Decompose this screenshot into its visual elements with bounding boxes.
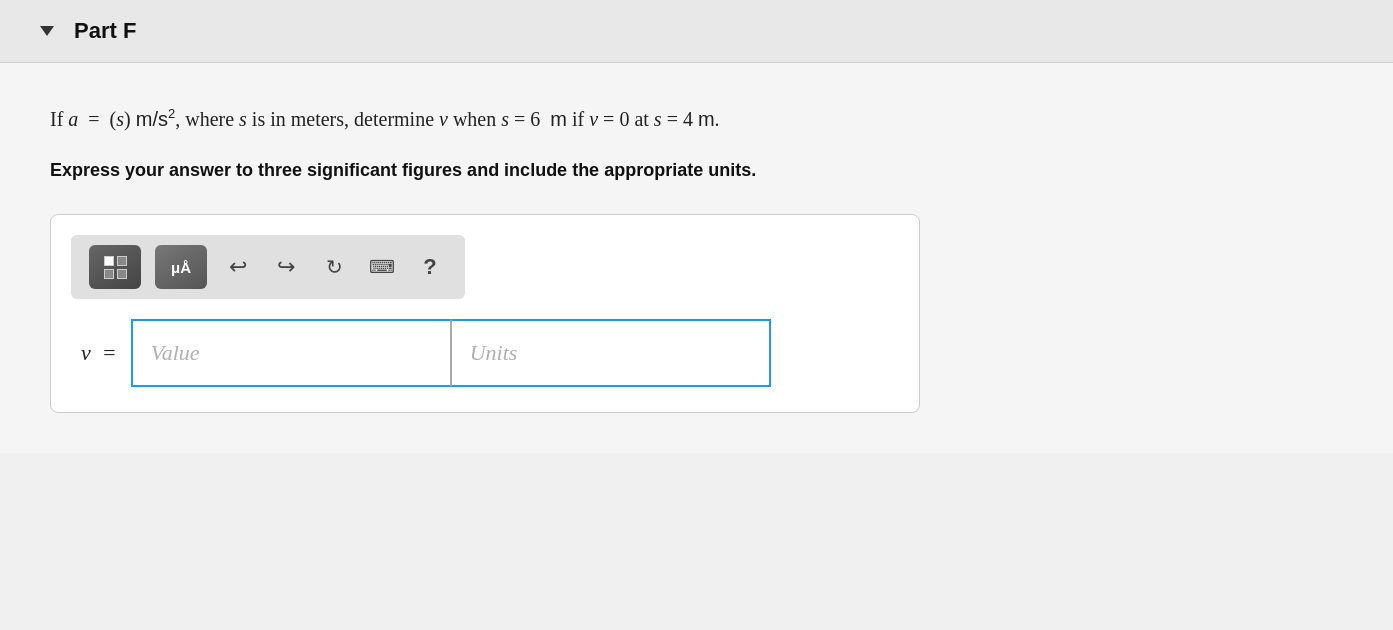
var-v1: v — [439, 108, 448, 130]
input-row: v = — [81, 319, 899, 387]
instructions: Express your answer to three significant… — [50, 157, 1343, 184]
var-s1: s — [116, 108, 124, 130]
units-icon-label: μÅ — [171, 259, 191, 276]
answer-toolbar: μÅ ↩ ↪ ↻ ⌨ — [71, 235, 465, 299]
matrix-cell-3 — [104, 269, 114, 279]
matrix-button[interactable] — [89, 245, 141, 289]
content-area: If a = (s) m/s2, where s is in meters, d… — [0, 63, 1393, 453]
chevron-down-icon[interactable] — [40, 26, 54, 36]
unit-ms2: m/s2 — [136, 108, 175, 130]
units-button[interactable]: μÅ — [155, 245, 207, 289]
v-equals-label: v = — [81, 340, 117, 366]
matrix-cell-2 — [117, 256, 127, 266]
page-container: Part F If a = (s) m/s2, where s is in me… — [0, 0, 1393, 630]
value-input[interactable] — [131, 319, 451, 387]
v-variable: v — [81, 340, 91, 365]
matrix-cell-4 — [117, 269, 127, 279]
units-input[interactable] — [451, 319, 771, 387]
keyboard-button[interactable]: ⌨ — [365, 250, 399, 284]
undo-button[interactable]: ↩ — [221, 250, 255, 284]
refresh-button[interactable]: ↻ — [317, 250, 351, 284]
matrix-cell-1 — [104, 256, 114, 266]
var-a: a — [68, 108, 78, 130]
matrix-icon — [104, 256, 127, 279]
redo-button[interactable]: ↪ — [269, 250, 303, 284]
var-s2: s — [239, 108, 247, 130]
part-header: Part F — [0, 0, 1393, 63]
answer-box: μÅ ↩ ↪ ↻ ⌨ — [50, 214, 920, 413]
part-title: Part F — [74, 18, 136, 44]
var-v2: v — [589, 108, 598, 130]
help-button[interactable]: ? — [413, 250, 447, 284]
unit-m1: m — [550, 108, 567, 130]
var-s4: s — [654, 108, 662, 130]
unit-m2: m — [698, 108, 715, 130]
var-s3: s — [501, 108, 509, 130]
problem-statement: If a = (s) m/s2, where s is in meters, d… — [50, 103, 1343, 135]
